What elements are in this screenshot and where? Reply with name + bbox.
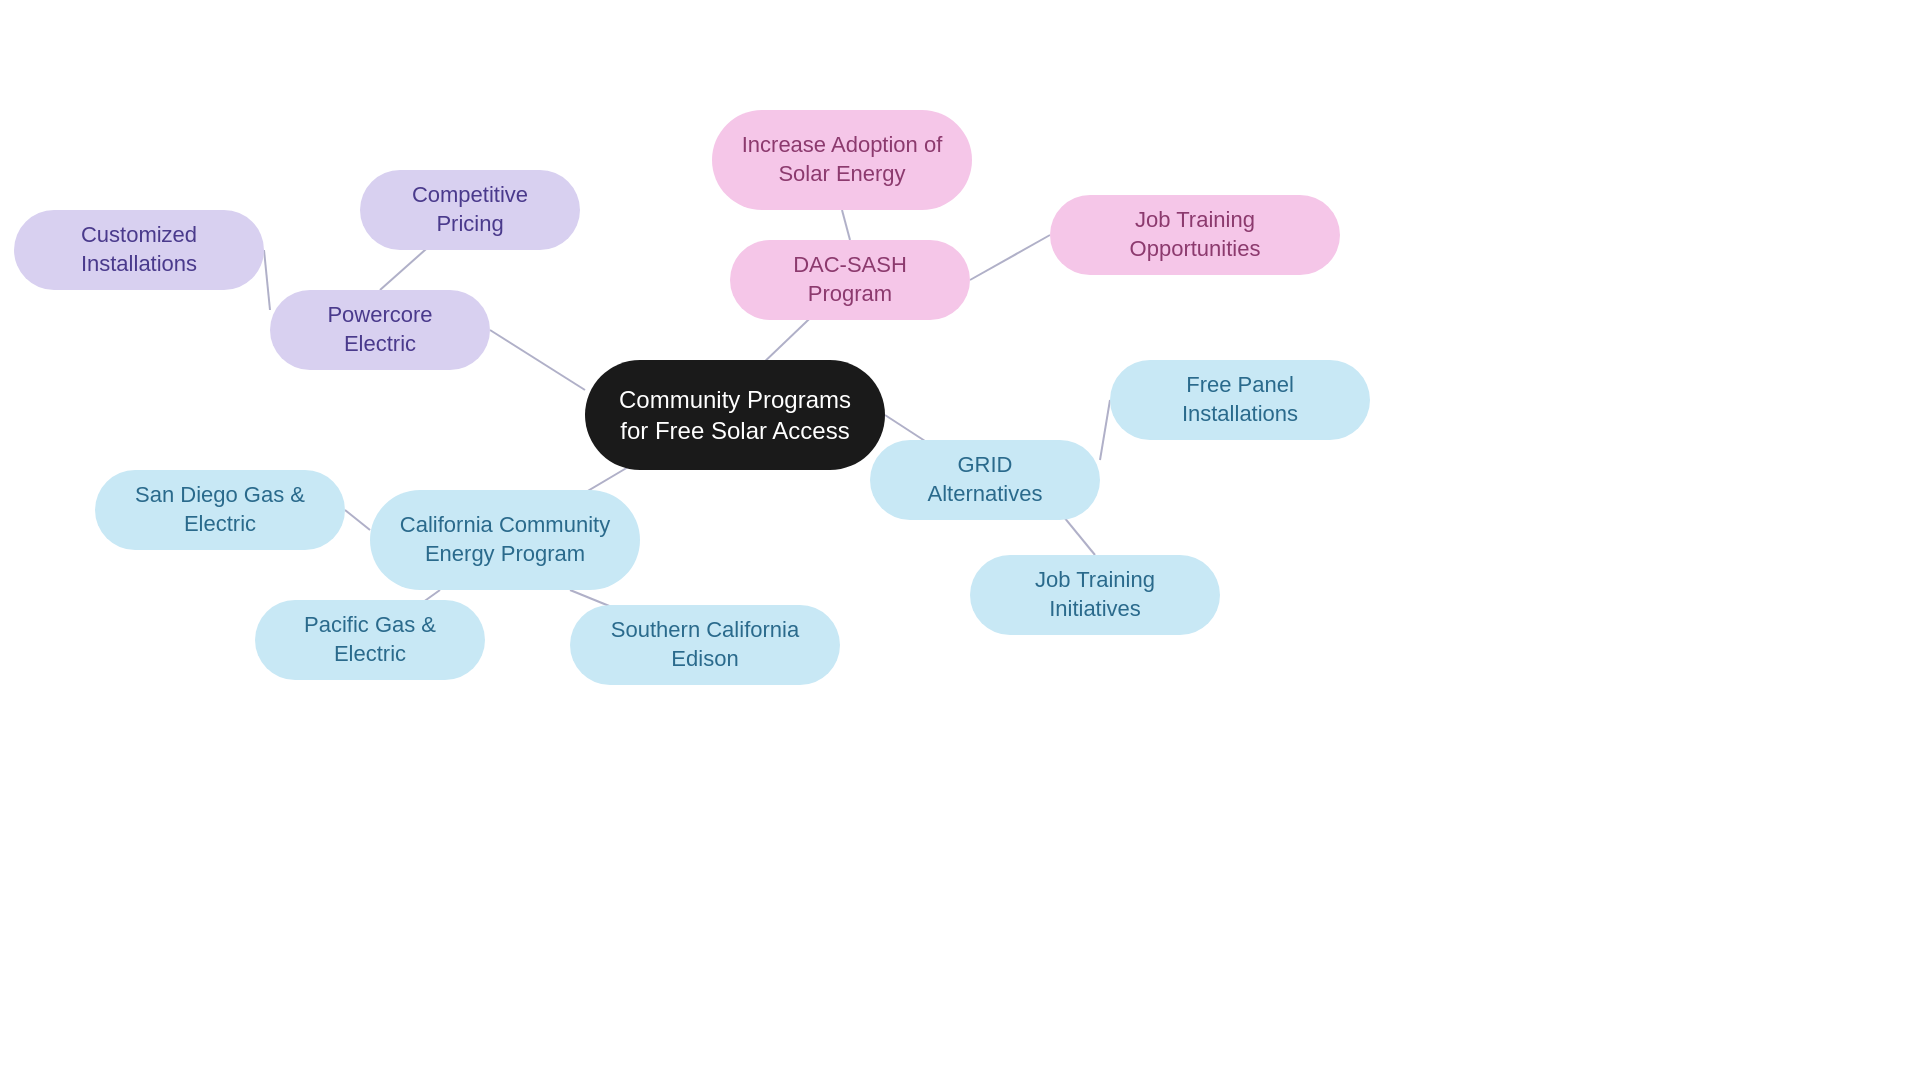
increase-adoption-node: Increase Adoption of Solar Energy <box>712 110 972 210</box>
customized-installations-label: Customized Installations <box>42 221 236 278</box>
ccep-node: California Community Energy Program <box>370 490 640 590</box>
dac-sash-label: DAC-SASH Program <box>758 251 942 308</box>
increase-adoption-label: Increase Adoption of Solar Energy <box>740 131 944 188</box>
sce-label: Southern California Edison <box>598 616 812 673</box>
free-panel-label: Free Panel Installations <box>1138 371 1342 428</box>
sdge-node: San Diego Gas & Electric <box>95 470 345 550</box>
svg-line-3 <box>490 330 585 390</box>
grid-alternatives-node: GRID Alternatives <box>870 440 1100 520</box>
job-training-opp-label: Job Training Opportunities <box>1078 206 1312 263</box>
svg-line-7 <box>345 510 370 530</box>
svg-line-1 <box>842 210 850 240</box>
job-training-init-node: Job Training Initiatives <box>970 555 1220 635</box>
dac-sash-node: DAC-SASH Program <box>730 240 970 320</box>
ccep-label: California Community Energy Program <box>398 511 612 568</box>
competitive-pricing-node: Competitive Pricing <box>360 170 580 250</box>
sce-node: Southern California Edison <box>570 605 840 685</box>
center-node: Community Programs for Free Solar Access <box>585 360 885 470</box>
job-training-opp-node: Job Training Opportunities <box>1050 195 1340 275</box>
powercore-label: Powercore Electric <box>298 301 462 358</box>
svg-line-5 <box>264 250 270 310</box>
pge-node: Pacific Gas & Electric <box>255 600 485 680</box>
customized-installations-node: Customized Installations <box>14 210 264 290</box>
free-panel-node: Free Panel Installations <box>1110 360 1370 440</box>
center-node-label: Community Programs for Free Solar Access <box>613 384 857 446</box>
powercore-node: Powercore Electric <box>270 290 490 370</box>
pge-label: Pacific Gas & Electric <box>283 611 457 668</box>
sdge-label: San Diego Gas & Electric <box>123 481 317 538</box>
svg-line-11 <box>1100 400 1110 460</box>
grid-alternatives-label: GRID Alternatives <box>898 451 1072 508</box>
competitive-pricing-label: Competitive Pricing <box>388 181 552 238</box>
job-training-init-label: Job Training Initiatives <box>998 566 1192 623</box>
svg-line-2 <box>970 235 1050 280</box>
